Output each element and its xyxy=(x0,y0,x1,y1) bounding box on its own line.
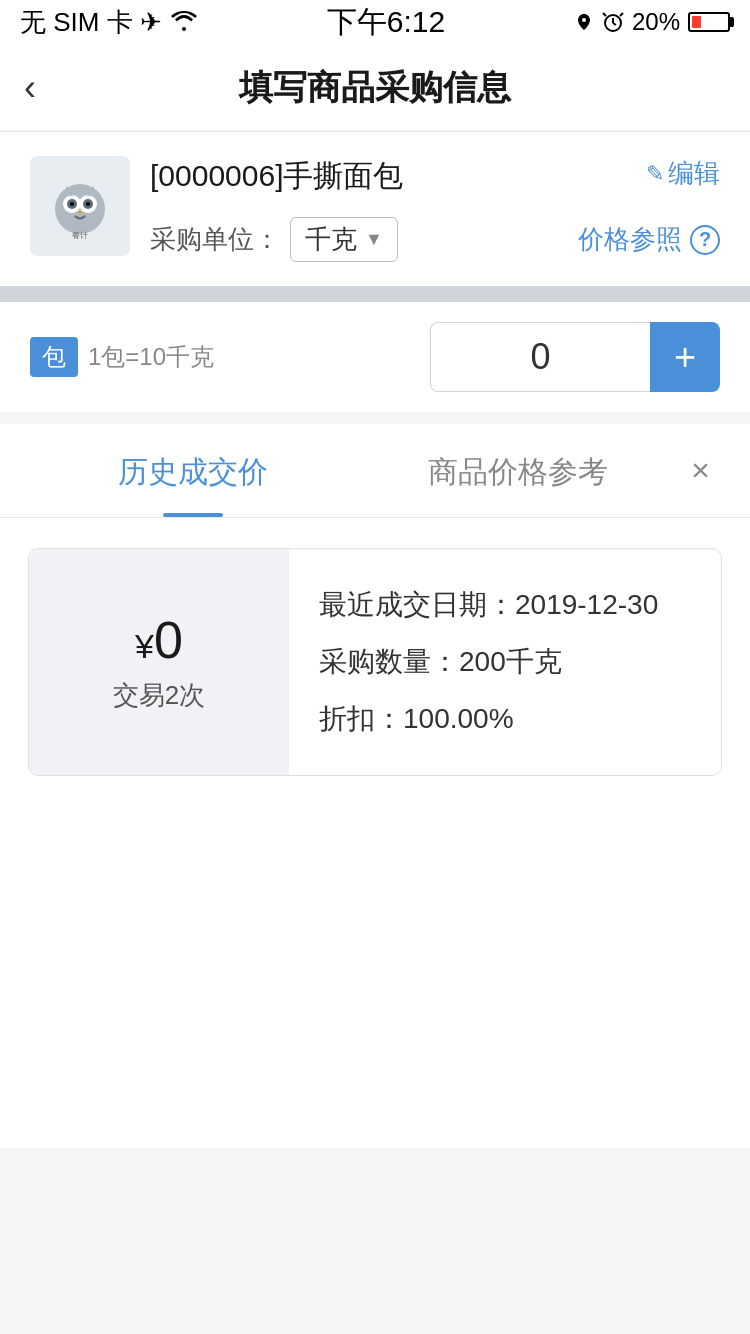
detail-qty: 采购数量：200千克 xyxy=(319,642,691,681)
quantity-input[interactable] xyxy=(430,322,650,392)
tab-history-price[interactable]: 历史成交价 xyxy=(30,424,356,517)
location-icon xyxy=(574,12,594,32)
tabs-section: 历史成交价 商品价格参考 × ¥0 交易2次 最近成交日期：2019-12-30… xyxy=(0,424,750,1148)
svg-point-5 xyxy=(55,184,105,234)
unit-info: 包 1包=10千克 xyxy=(30,337,214,377)
tab-price-ref[interactable]: 商品价格参考 xyxy=(356,424,682,517)
quantity-plus-button[interactable]: + xyxy=(650,322,720,392)
close-button[interactable]: × xyxy=(681,442,720,499)
help-icon: ? xyxy=(690,225,720,255)
product-info: [0000006]手撕面包 ✎ 编辑 采购单位： 千克 ▼ 价格参照 ? xyxy=(150,156,720,262)
product-image: 餐计 xyxy=(30,156,130,256)
price-trades: 交易2次 xyxy=(113,678,205,713)
tab-content: ¥0 交易2次 最近成交日期：2019-12-30 采购数量：200千克 折扣：… xyxy=(0,548,750,1148)
battery-icon xyxy=(688,12,730,32)
sim-text: 无 SIM 卡 ✈ xyxy=(20,5,162,40)
svg-text:餐计: 餐计 xyxy=(72,231,88,240)
wifi-icon xyxy=(170,11,198,33)
divider-bar xyxy=(0,286,750,302)
chevron-down-icon: ▼ xyxy=(365,229,383,250)
price-left: ¥0 交易2次 xyxy=(29,549,289,775)
svg-line-3 xyxy=(603,13,606,16)
svg-line-4 xyxy=(620,13,623,16)
nav-bar: ‹ 填写商品采购信息 xyxy=(0,44,750,132)
price-amount: ¥0 xyxy=(135,610,183,670)
unit-label: 采购单位： xyxy=(150,222,280,257)
unit-desc: 1包=10千克 xyxy=(88,341,214,373)
status-bar: 无 SIM 卡 ✈ 下午6:12 20% xyxy=(0,0,750,44)
alarm-icon xyxy=(602,12,624,32)
status-time: 下午6:12 xyxy=(327,2,445,43)
price-right: 最近成交日期：2019-12-30 采购数量：200千克 折扣：100.00% xyxy=(289,549,721,775)
edit-button[interactable]: ✎ 编辑 xyxy=(646,156,720,191)
price-card: ¥0 交易2次 最近成交日期：2019-12-30 采购数量：200千克 折扣：… xyxy=(28,548,722,776)
status-right: 20% xyxy=(574,8,730,36)
quantity-row: 包 1包=10千克 + xyxy=(0,302,750,412)
product-name: [0000006]手撕面包 xyxy=(150,156,403,197)
battery-pct: 20% xyxy=(632,8,680,36)
back-button[interactable]: ‹ xyxy=(24,67,36,109)
svg-point-11 xyxy=(86,202,90,206)
edit-icon: ✎ xyxy=(646,161,664,187)
page-title: 填写商品采购信息 xyxy=(239,65,511,111)
status-left: 无 SIM 卡 ✈ xyxy=(20,5,198,40)
svg-line-2 xyxy=(613,23,616,25)
detail-date: 最近成交日期：2019-12-30 xyxy=(319,585,691,624)
product-card: 餐计 [0000006]手撕面包 ✎ 编辑 采购单位： 千克 ▼ 价格参照 xyxy=(0,132,750,286)
detail-discount: 折扣：100.00% xyxy=(319,699,691,738)
product-logo: 餐计 xyxy=(45,171,115,241)
unit-select[interactable]: 千克 ▼ xyxy=(290,217,398,262)
svg-point-10 xyxy=(70,202,74,206)
tabs-header: 历史成交价 商品价格参考 × xyxy=(0,424,750,518)
price-ref-button[interactable]: 价格参照 ? xyxy=(578,222,720,257)
quantity-input-area: + xyxy=(430,322,720,392)
unit-badge: 包 xyxy=(30,337,78,377)
